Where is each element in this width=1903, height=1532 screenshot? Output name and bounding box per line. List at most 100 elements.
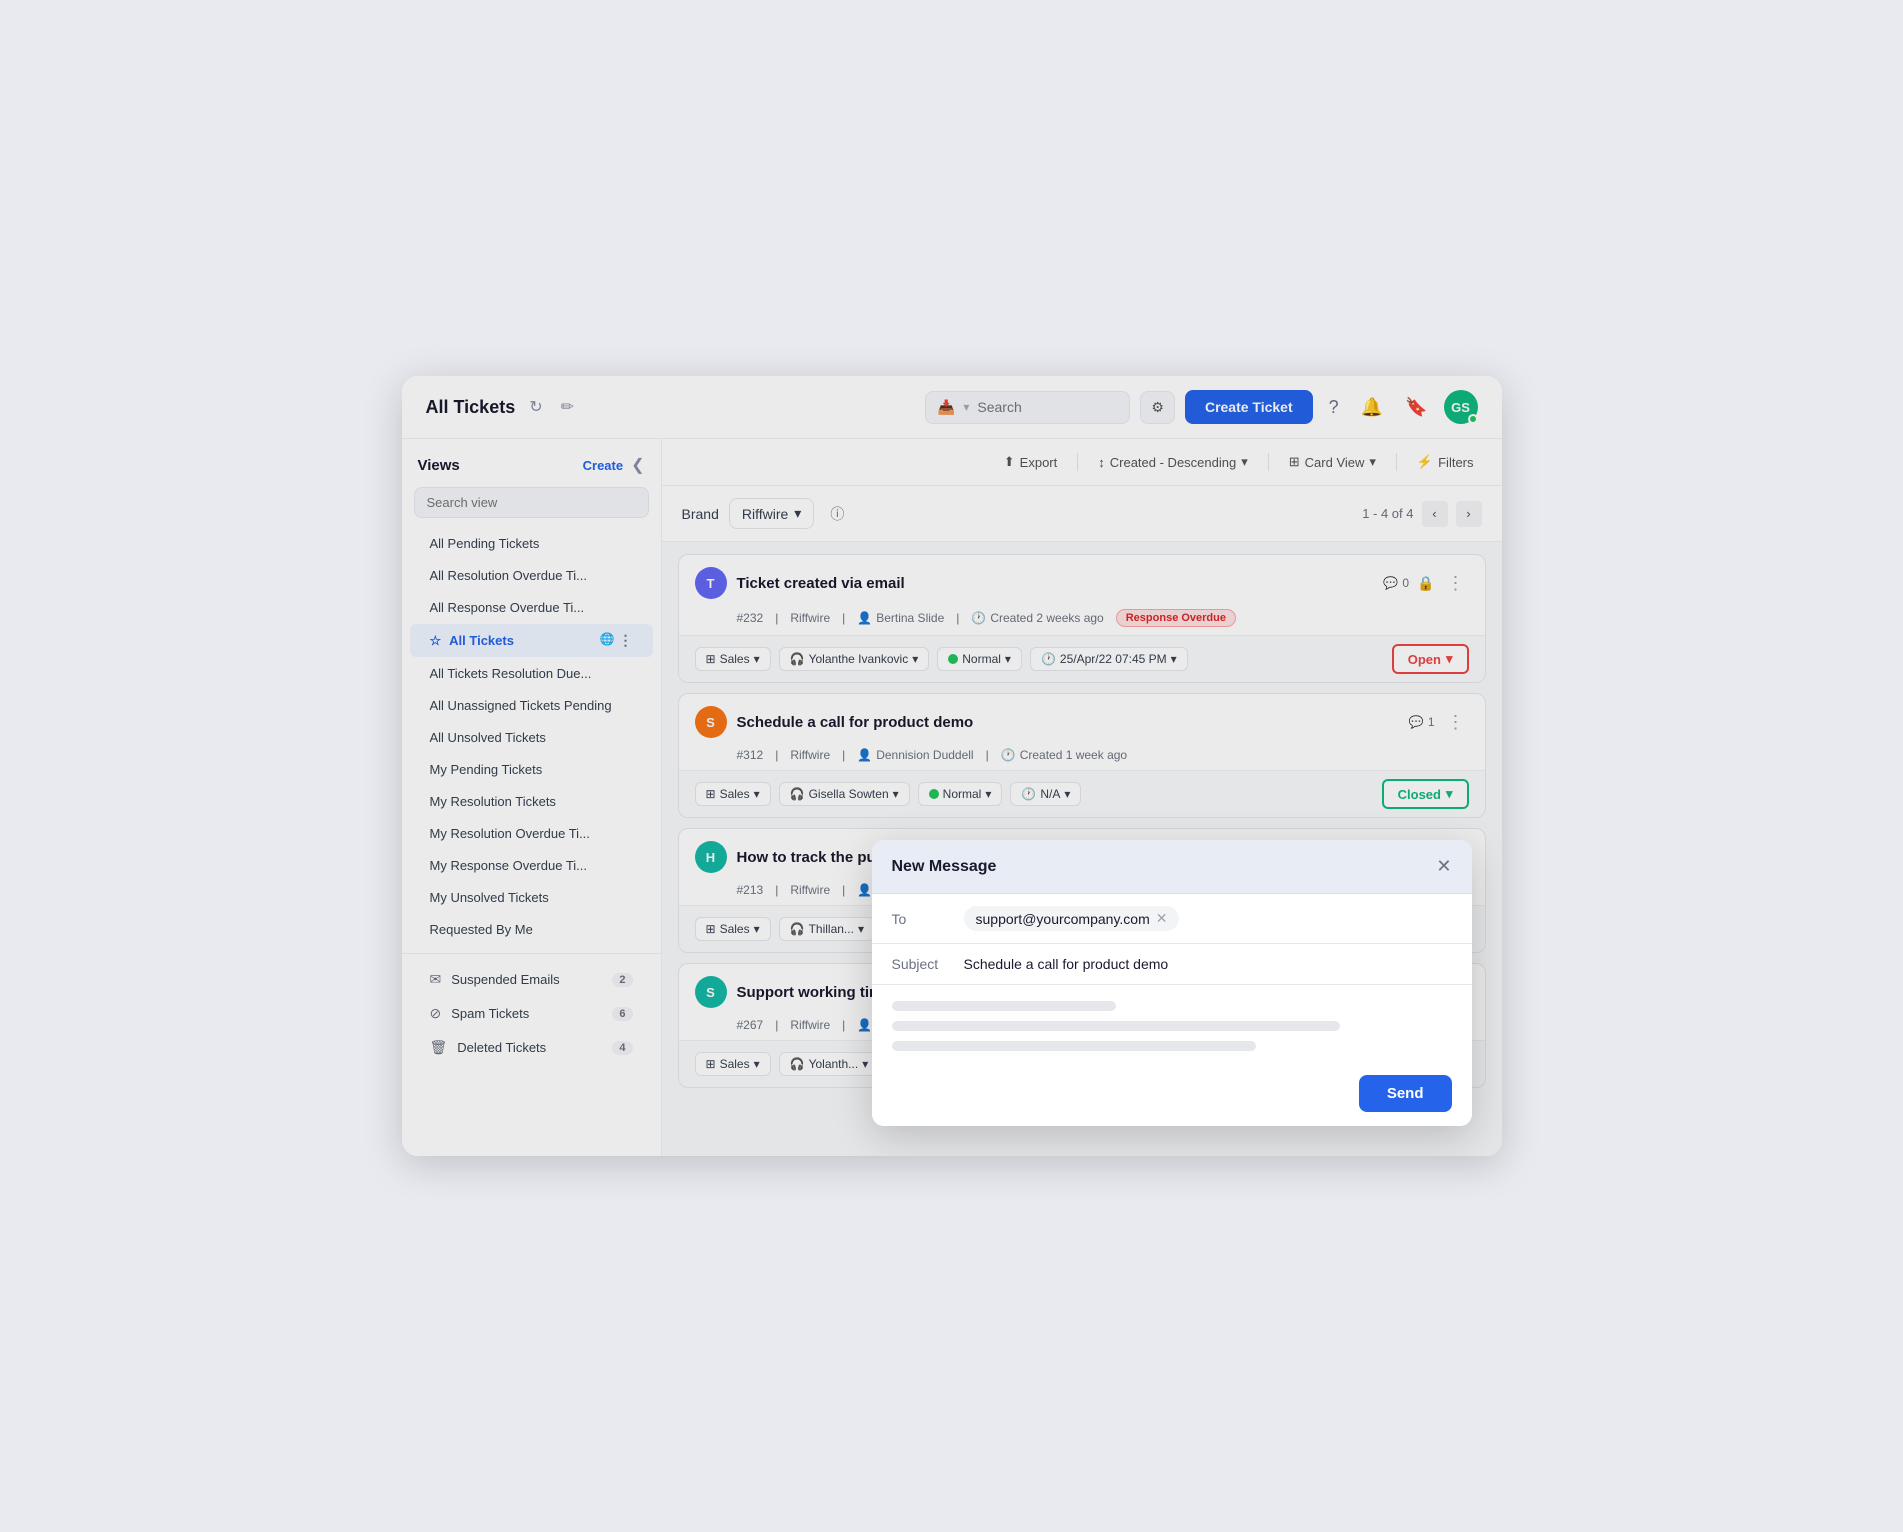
ticket-card: S Schedule a call for product demo 💬 1 ⋮… [678,693,1486,818]
sidebar-nav-item-8[interactable]: My Resolution Tickets [410,786,653,817]
prev-page-button[interactable]: ‹ [1422,501,1448,527]
team-field[interactable]: ⊞ Sales ▾ [695,1052,771,1076]
view-button[interactable]: ⊞ Card View ▾ [1281,449,1384,475]
search-view-input[interactable] [427,495,636,510]
ticket-brand: Riffwire [790,883,830,897]
page-title: All Tickets [426,397,516,418]
sort-button[interactable]: ↕ Created - Descending ▾ [1090,449,1256,475]
create-ticket-button[interactable]: Create Ticket [1185,390,1313,424]
lock-icon: 🔒 [1417,575,1434,592]
person-icon: 👤 [857,883,872,897]
ticket-number: #312 [737,748,764,762]
modal-close-button[interactable]: ✕ [1436,856,1451,877]
section-item-2[interactable]: 🗑 Deleted Tickets 4 [410,1031,653,1064]
chip-close-button[interactable]: ✕ [1156,910,1168,927]
send-button[interactable]: Send [1359,1075,1452,1112]
sidebar-nav-item-10[interactable]: My Response Overdue Ti... [410,850,653,881]
badge: 2 [612,973,632,987]
chevron-down-icon: ▾ [858,922,864,936]
sidebar-nav-item-9[interactable]: My Resolution Overdue Ti... [410,818,653,849]
agent-field[interactable]: 🎧 Gisella Sowten ▾ [779,782,910,806]
ticket-title-row: S Schedule a call for product demo [695,706,974,738]
refresh-button[interactable]: ↻ [525,393,546,421]
create-link[interactable]: Create [583,458,623,473]
ticket-brand: Riffwire [790,1018,830,1032]
content-line-3 [892,1041,1256,1051]
team-field[interactable]: ⊞ Sales ▾ [695,917,771,941]
separator-1: | [775,1018,778,1032]
brand-left: Brand Riffwire ▾ ⓘ [682,498,851,529]
ticket-card: T Ticket created via email 💬 0 🔒 ⋮ #232 … [678,554,1486,683]
ticket-top: T Ticket created via email 💬 0 🔒 ⋮ [679,555,1485,605]
sidebar-nav-item-0[interactable]: All Pending Tickets [410,528,653,559]
priority-field[interactable]: Normal ▾ [937,647,1022,671]
ticket-meta: #232 | Riffwire | 👤 Bertina Slide | 🕐 Cr… [679,605,1485,635]
collapse-button[interactable]: ❮ [631,455,644,475]
avatar[interactable]: GS [1444,390,1478,424]
time-field[interactable]: 🕐 25/Apr/22 07:45 PM ▾ [1030,647,1188,671]
toolbar-divider [1077,453,1078,471]
sidebar-nav-item-2[interactable]: All Response Overdue Ti... [410,592,653,623]
brand-select[interactable]: Riffwire ▾ [729,498,814,529]
agent-value: Yolanthe Ivankovic [809,652,909,666]
sidebar-nav-item-4[interactable]: All Tickets Resolution Due... [410,658,653,689]
grid-icon: ⊞ [706,1057,716,1071]
filter-button[interactable]: ⚙ [1140,391,1175,424]
sidebar-nav-item-7[interactable]: My Pending Tickets [410,754,653,785]
overdue-badge: Response Overdue [1116,609,1236,627]
grid-icon: ⊞ [706,922,716,936]
team-field[interactable]: ⊞ Sales ▾ [695,647,771,671]
agent-field[interactable]: 🎧 Yolanthe Ivankovic ▾ [779,647,930,671]
sidebar-item-label: All Response Overdue Ti... [430,600,585,615]
ticket-assignee: 👤 Bertina Slide [857,611,944,625]
ticket-assignee: 👤 Dennision Duddell [857,748,973,762]
time-field[interactable]: 🕐 N/A ▾ [1010,782,1081,806]
info-button[interactable]: ⓘ [824,500,850,528]
agent-field[interactable]: 🎧 Yolanth... ▾ [779,1052,880,1076]
section-item-0[interactable]: ✉ Suspended Emails 2 [410,963,653,996]
bookmark-button[interactable]: 🔖 [1399,393,1433,422]
toolbar-divider-3 [1396,453,1397,471]
edit-button[interactable]: ✏ [557,393,578,421]
more-icon: ⋮ [619,632,633,649]
notification-button[interactable]: 🔔 [1355,393,1389,422]
team-field[interactable]: ⊞ Sales ▾ [695,782,771,806]
help-button[interactable]: ? [1323,393,1345,422]
view-icon: ⊞ [1289,454,1300,470]
chevron-down-icon: ▾ [1064,787,1070,801]
ticket-brand: Riffwire [790,748,830,762]
star-icon: ☆ [430,633,442,649]
sidebar-nav-item-6[interactable]: All Unsolved Tickets [410,722,653,753]
ticket-right-actions: 💬 1 ⋮ [1409,710,1469,735]
ticket-avatar: H [695,841,727,873]
sidebar-nav-item-5[interactable]: All Unassigned Tickets Pending [410,690,653,721]
export-button[interactable]: ⬆ Export [996,449,1065,475]
section-item-1[interactable]: ⊘ Spam Tickets 6 [410,997,653,1030]
team-value: Sales [720,922,750,936]
agent-field[interactable]: 🎧 Thillan... ▾ [779,917,875,941]
status-button[interactable]: Closed ▾ [1382,779,1469,809]
sidebar-nav-item-11[interactable]: My Unsolved Tickets [410,882,653,913]
priority-field[interactable]: Normal ▾ [918,782,1003,806]
ticket-title-row: T Ticket created via email [695,567,905,599]
sidebar-nav-item-1[interactable]: All Resolution Overdue Ti... [410,560,653,591]
status-button[interactable]: Open ▾ [1392,644,1469,674]
more-button[interactable]: ⋮ [1443,571,1469,596]
brand-bar: Brand Riffwire ▾ ⓘ 1 - 4 of 4 ‹ › [662,486,1502,542]
sidebar-nav-item-3[interactable]: ☆ All Tickets 🌐 ⋮ [410,624,653,657]
time-value: N/A [1040,787,1060,801]
comment-count: 💬 1 [1409,715,1435,729]
sidebar-nav-item-12[interactable]: Requested By Me [410,914,653,945]
next-page-button[interactable]: › [1456,501,1482,527]
envelope-icon: ✉ [430,971,442,988]
clock-meta-icon: 🕐 [971,611,986,625]
ticket-number: #267 [737,1018,764,1032]
more-button[interactable]: ⋮ [1443,710,1469,735]
sidebar-header-actions: Create ❮ [583,455,645,475]
inbox-icon: 📥 [938,399,955,416]
search-input[interactable] [977,399,1117,415]
filters-button[interactable]: ⚡ Filters [1409,449,1482,475]
modal-to-label: To [892,911,952,927]
team-value: Sales [720,652,750,666]
chevron-down-icon: ▾ [1005,652,1011,666]
